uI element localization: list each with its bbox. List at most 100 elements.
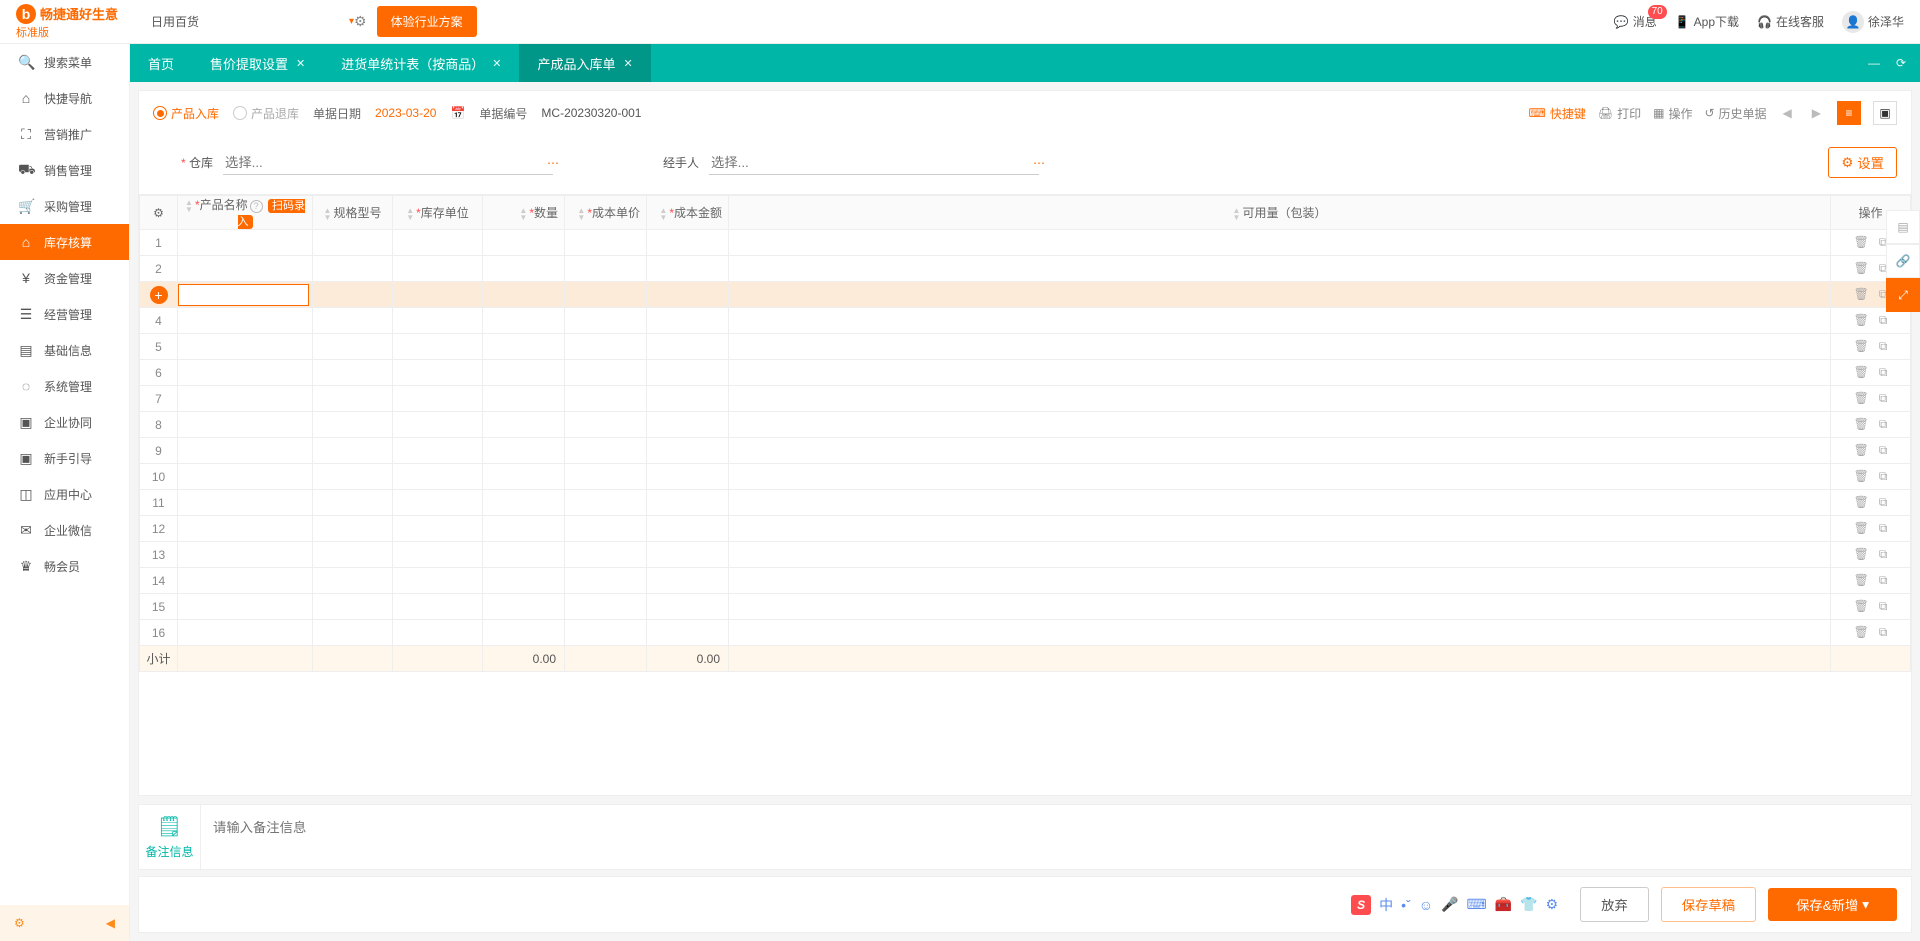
- table-row[interactable]: 14🗑⧉: [140, 568, 1911, 594]
- table-row[interactable]: 10🗑⧉: [140, 464, 1911, 490]
- gear-icon[interactable]: ⚙: [14, 916, 25, 930]
- col-amount[interactable]: ▲▼*成本金额: [647, 196, 729, 230]
- copy-row-icon[interactable]: ⧉: [1879, 625, 1888, 640]
- sidebar-item-1[interactable]: ⌂快捷导航: [0, 80, 129, 116]
- sidebar-item-7[interactable]: ☰经营管理: [0, 296, 129, 332]
- table-row[interactable]: 9🗑⧉: [140, 438, 1911, 464]
- handler-input[interactable]: [709, 151, 1039, 175]
- tab-3[interactable]: 产成品入库单✕: [519, 44, 650, 82]
- store-selector[interactable]: 日用百货 ▾: [151, 13, 354, 30]
- close-icon[interactable]: ✕: [624, 57, 633, 70]
- add-row-icon[interactable]: +: [150, 286, 168, 304]
- delete-row-icon[interactable]: 🗑: [1854, 365, 1869, 380]
- warehouse-input[interactable]: [223, 151, 553, 175]
- delete-row-icon[interactable]: 🗑: [1854, 443, 1869, 458]
- delete-row-icon[interactable]: 🗑: [1854, 287, 1869, 302]
- copy-row-icon[interactable]: ⧉: [1879, 495, 1888, 510]
- delete-row-icon[interactable]: 🗑: [1854, 417, 1869, 432]
- product-name-input[interactable]: [178, 284, 309, 306]
- close-icon[interactable]: ✕: [492, 57, 501, 70]
- save-new-button[interactable]: 保存&新增 ▾: [1768, 888, 1897, 921]
- delete-row-icon[interactable]: 🗑: [1854, 313, 1869, 328]
- delete-row-icon[interactable]: 🗑: [1854, 469, 1869, 484]
- ime-person-icon[interactable]: 👕: [1520, 896, 1537, 913]
- ime-icon[interactable]: •ˇ: [1401, 897, 1411, 913]
- ime-keyboard-icon[interactable]: ⌨: [1466, 896, 1486, 913]
- collapse-icon[interactable]: ◀: [106, 916, 115, 930]
- warehouse-more-icon[interactable]: ⋯: [547, 156, 559, 170]
- table-row[interactable]: 16🗑⧉: [140, 620, 1911, 646]
- col-spec[interactable]: ▲▼规格型号: [313, 196, 393, 230]
- prev-doc-arrow[interactable]: ◀: [1779, 106, 1796, 120]
- copy-row-icon[interactable]: ⧉: [1879, 339, 1888, 354]
- delete-row-icon[interactable]: 🗑: [1854, 625, 1869, 640]
- ime-mic-icon[interactable]: 🎤: [1441, 896, 1458, 913]
- col-unit[interactable]: ▲▼*库存单位: [393, 196, 483, 230]
- delete-row-icon[interactable]: 🗑: [1854, 495, 1869, 510]
- date-value[interactable]: 2023-03-20: [375, 106, 436, 120]
- tab-2[interactable]: 进货单统计表（按商品）✕: [323, 44, 519, 82]
- float-tool-2[interactable]: 🔗: [1886, 244, 1920, 278]
- sidebar-item-5[interactable]: ⌂库存核算: [0, 224, 129, 260]
- col-available[interactable]: ▲▼可用量（包装）: [729, 196, 1831, 230]
- float-tool-1[interactable]: ▤: [1886, 210, 1920, 244]
- table-row[interactable]: 13🗑⧉: [140, 542, 1911, 568]
- delete-row-icon[interactable]: 🗑: [1854, 521, 1869, 536]
- close-icon[interactable]: ✕: [296, 57, 305, 70]
- copy-row-icon[interactable]: ⧉: [1879, 469, 1888, 484]
- sidebar-item-3[interactable]: ⛟销售管理: [0, 152, 129, 188]
- shortcut-button[interactable]: ⌨快捷键: [1529, 105, 1586, 122]
- radio-product-in[interactable]: 产品入库: [153, 105, 219, 122]
- help-icon[interactable]: ?: [250, 200, 263, 213]
- radio-product-return[interactable]: 产品退库: [233, 105, 299, 122]
- col-price[interactable]: ▲▼*成本单价: [565, 196, 647, 230]
- sidebar-item-14[interactable]: ♛畅会员: [0, 548, 129, 584]
- table-row[interactable]: 1🗑⧉: [140, 230, 1911, 256]
- table-row[interactable]: 2🗑⧉: [140, 256, 1911, 282]
- delete-row-icon[interactable]: 🗑: [1854, 235, 1869, 250]
- actions-button[interactable]: ▦操作: [1653, 105, 1692, 122]
- col-qty[interactable]: ▲▼*数量: [483, 196, 565, 230]
- sidebar-item-9[interactable]: ◌系统管理: [0, 368, 129, 404]
- discard-button[interactable]: 放弃: [1580, 887, 1649, 922]
- calendar-icon[interactable]: 📅: [450, 106, 465, 120]
- float-tool-3[interactable]: ⤢: [1886, 278, 1920, 312]
- ime-lang[interactable]: 中: [1379, 895, 1393, 915]
- table-row[interactable]: 15🗑⧉: [140, 594, 1911, 620]
- support-button[interactable]: 🎧 在线客服: [1757, 13, 1824, 30]
- table-row[interactable]: 4🗑⧉: [140, 308, 1911, 334]
- tab-1[interactable]: 售价提取设置✕: [192, 44, 323, 82]
- app-download-button[interactable]: 📱 App下载: [1675, 13, 1739, 30]
- user-menu[interactable]: 👤 徐泽华: [1842, 11, 1904, 33]
- sidebar-item-2[interactable]: ⛶营销推广: [0, 116, 129, 152]
- delete-row-icon[interactable]: 🗑: [1854, 339, 1869, 354]
- copy-row-icon[interactable]: ⧉: [1879, 443, 1888, 458]
- try-industry-btn[interactable]: 体验行业方案: [377, 6, 477, 37]
- sidebar-item-12[interactable]: ◫应用中心: [0, 476, 129, 512]
- col-product-name[interactable]: ▲▼*产品名称? 扫码录入: [178, 196, 313, 230]
- sidebar-item-6[interactable]: ¥资金管理: [0, 260, 129, 296]
- table-row[interactable]: 12🗑⧉: [140, 516, 1911, 542]
- history-button[interactable]: ↺历史单据: [1704, 105, 1766, 122]
- next-doc-arrow[interactable]: ▶: [1808, 106, 1825, 120]
- copy-row-icon[interactable]: ⧉: [1879, 313, 1888, 328]
- save-draft-button[interactable]: 保存草稿: [1661, 887, 1756, 922]
- copy-row-icon[interactable]: ⧉: [1879, 547, 1888, 562]
- print-button[interactable]: 🖨打印: [1598, 105, 1641, 122]
- sidebar-item-10[interactable]: ▣企业协同: [0, 404, 129, 440]
- settings-button[interactable]: ⚙ 设置: [1828, 147, 1897, 178]
- sidebar-item-13[interactable]: ✉企业微信: [0, 512, 129, 548]
- table-row[interactable]: 8🗑⧉: [140, 412, 1911, 438]
- ime-toolbox-icon[interactable]: 🧰: [1495, 896, 1512, 913]
- ime-smile-icon[interactable]: ☺: [1419, 897, 1433, 913]
- copy-row-icon[interactable]: ⧉: [1879, 391, 1888, 406]
- ime-s-icon[interactable]: S: [1351, 895, 1371, 915]
- sidebar-item-8[interactable]: ▤基础信息: [0, 332, 129, 368]
- sidebar-item-4[interactable]: 🛒采购管理: [0, 188, 129, 224]
- ime-settings-icon[interactable]: ⚙: [1546, 896, 1559, 913]
- col-settings[interactable]: ⚙: [140, 196, 178, 230]
- view-list-btn[interactable]: ≡: [1837, 101, 1861, 125]
- table-row[interactable]: 7🗑⧉: [140, 386, 1911, 412]
- settings-gear-icon[interactable]: ⚙: [354, 13, 367, 30]
- delete-row-icon[interactable]: 🗑: [1854, 391, 1869, 406]
